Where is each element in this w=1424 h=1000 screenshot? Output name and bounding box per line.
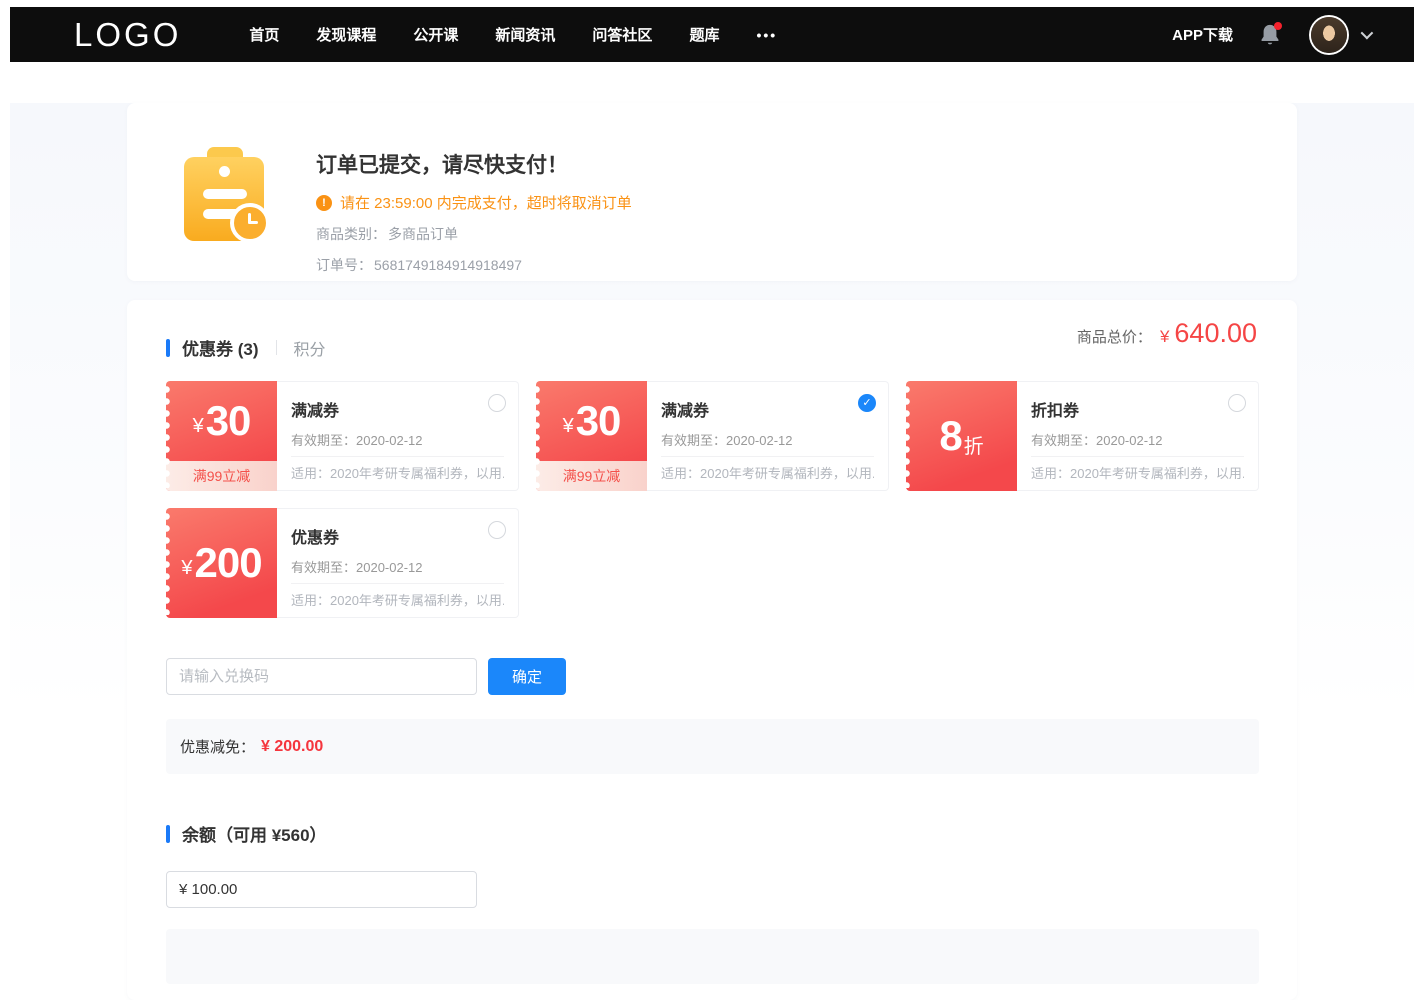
top-nav: LOGO 首页 发现课程 公开课 新闻资讯 问答社区 题库 ••• APP下载 (10, 7, 1414, 62)
nav-menu: 首页 发现课程 公开课 新闻资讯 问答社区 题库 ••• (249, 24, 777, 45)
logo[interactable]: LOGO (74, 16, 181, 54)
payment-deadline-notice: ! 请在 23:59:00 内完成支付，超时将取消订单 (316, 192, 632, 213)
redeem-code-row: 确定 (166, 658, 1259, 695)
order-clipboard-clock-icon (182, 147, 270, 241)
coupon-body: 折扣券 有效期至：2020-02-12 适用：2020年考研专属福利券，以用..… (1017, 381, 1259, 491)
tab-divider (276, 340, 277, 355)
order-info: 订单已提交，请尽快支付！ ! 请在 23:59:00 内完成支付，超时将取消订单… (316, 149, 632, 281)
coupon-amount: 30 (576, 397, 621, 445)
coupon-condition-tag: 满99立减 (166, 461, 277, 491)
coupon-card-3[interactable]: 8折 折扣券 有效期至：2020-02-12 适用：2020年考研专属福利券，以… (906, 381, 1259, 491)
coupon-title: 折扣券 (1031, 397, 1242, 421)
warning-icon: ! (316, 195, 332, 211)
coupon-scope: 适用：2020年考研专属福利券，以用... (291, 583, 504, 617)
nav-item-news[interactable]: 新闻资讯 (495, 24, 555, 45)
coupon-card-2[interactable]: ¥30 满99立减 满减券 有效期至：2020-02-12 适用：2020年考研… (536, 381, 889, 491)
order-total-currency: ¥ (1160, 327, 1169, 347)
coupon-radio[interactable] (1228, 394, 1246, 412)
balance-amount-input[interactable] (166, 871, 477, 908)
coupon-validity: 有效期至：2020-02-12 (661, 430, 872, 449)
coupon-value-stub: ¥30 满99立减 (536, 381, 647, 491)
coupon-radio-selected[interactable] (858, 394, 876, 412)
coupon-body: 满减券 有效期至：2020-02-12 适用：2020年考研专属福利券，以用..… (647, 381, 889, 491)
coupon-scope: 适用：2020年考研专属福利券，以用... (291, 456, 504, 490)
coupon-body: 满减券 有效期至：2020-02-12 适用：2020年考研专属福利券，以用..… (277, 381, 519, 491)
order-number-label: 订单号： (316, 257, 372, 273)
coupon-amount: 8 (939, 412, 961, 460)
page-content: 订单已提交，请尽快支付！ ! 请在 23:59:00 内完成支付，超时将取消订单… (10, 103, 1414, 976)
tab-coupons[interactable]: 优惠券 (3) (182, 335, 259, 360)
coupon-card-4[interactable]: ¥200 优惠券 有效期至：2020-02-12 适用：2020年考研专属福利券… (166, 508, 519, 618)
coupon-body: 优惠券 有效期至：2020-02-12 适用：2020年考研专属福利券，以用..… (277, 508, 519, 618)
coupon-value-stub: ¥200 (166, 508, 277, 618)
nav-item-home[interactable]: 首页 (249, 24, 279, 45)
nav-item-discover-courses[interactable]: 发现课程 (316, 24, 376, 45)
coupon-validity: 有效期至：2020-02-12 (291, 557, 502, 576)
coupon-scope: 适用：2020年考研专属福利券，以用... (1031, 456, 1244, 490)
coupon-validity: 有效期至：2020-02-12 (291, 430, 502, 449)
notification-badge (1274, 22, 1282, 30)
payment-summary-bar (166, 929, 1259, 984)
coupon-scope: 适用：2020年考研专属福利券，以用... (661, 456, 874, 490)
order-total-value: 640.00 (1174, 318, 1257, 349)
discount-summary-bar: 优惠减免： ¥ 200.00 (166, 719, 1259, 774)
coupon-amount: 30 (206, 397, 251, 445)
user-avatar[interactable] (1311, 17, 1347, 53)
coupon-validity: 有效期至：2020-02-12 (1031, 430, 1242, 449)
order-title: 订单已提交，请尽快支付！ (316, 149, 632, 179)
redeem-code-input[interactable] (166, 658, 477, 695)
coupon-radio[interactable] (488, 394, 506, 412)
coupon-card-1[interactable]: ¥30 满99立减 满减券 有效期至：2020-02-12 适用：2020年考研… (166, 381, 519, 491)
discount-value: ¥ 200.00 (261, 738, 323, 756)
discount-label: 优惠减免： (180, 736, 255, 757)
nav-item-open-courses[interactable]: 公开课 (413, 24, 458, 45)
balance-title: 余额（可用 ¥560） (182, 821, 327, 846)
order-category-label: 商品类别： (316, 226, 386, 242)
balance-section-header: 余额（可用 ¥560） (166, 821, 1259, 846)
coupon-amount: 200 (195, 539, 262, 587)
section-accent-bar (166, 825, 170, 843)
coupon-radio[interactable] (488, 521, 506, 539)
order-category-value: 多商品订单 (388, 226, 458, 242)
coupon-title: 满减券 (661, 397, 872, 421)
nav-item-more[interactable]: ••• (756, 27, 777, 43)
page: LOGO 首页 发现课程 公开课 新闻资讯 问答社区 题库 ••• APP下载 (10, 7, 1414, 935)
order-total: 商品总价： ¥ 640.00 (1077, 318, 1257, 349)
chevron-down-icon[interactable] (1361, 27, 1374, 40)
nav-item-question-bank[interactable]: 题库 (689, 24, 719, 45)
notification-bell-icon[interactable] (1259, 23, 1281, 47)
nav-item-qa-community[interactable]: 问答社区 (592, 24, 652, 45)
coupon-condition-tag: 满99立减 (536, 461, 647, 491)
order-number-row: 订单号：5681749184914918497 (316, 255, 632, 275)
coupon-value-stub: ¥30 满99立减 (166, 381, 277, 491)
order-total-label: 商品总价： (1077, 326, 1152, 347)
tab-points[interactable]: 积分 (294, 336, 326, 360)
confirm-button[interactable]: 确定 (488, 658, 566, 695)
coupon-value-stub: 8折 (906, 381, 1017, 491)
nav-right: APP下载 (1172, 17, 1370, 53)
order-status-card: 订单已提交，请尽快支付！ ! 请在 23:59:00 内完成支付，超时将取消订单… (127, 103, 1297, 281)
coupon-title: 满减券 (291, 397, 502, 421)
payment-options-card: 优惠券 (3) 积分 ¥30 满99立减 满减券 有效期至：2020-02-12… (127, 300, 1297, 1000)
app-download-link[interactable]: APP下载 (1172, 24, 1233, 45)
coupon-list: ¥30 满99立减 满减券 有效期至：2020-02-12 适用：2020年考研… (166, 381, 1259, 618)
coupon-title: 优惠券 (291, 524, 502, 548)
order-number-value: 5681749184914918497 (374, 257, 522, 273)
section-accent-bar (166, 339, 170, 357)
order-category-row: 商品类别：多商品订单 (316, 224, 632, 244)
